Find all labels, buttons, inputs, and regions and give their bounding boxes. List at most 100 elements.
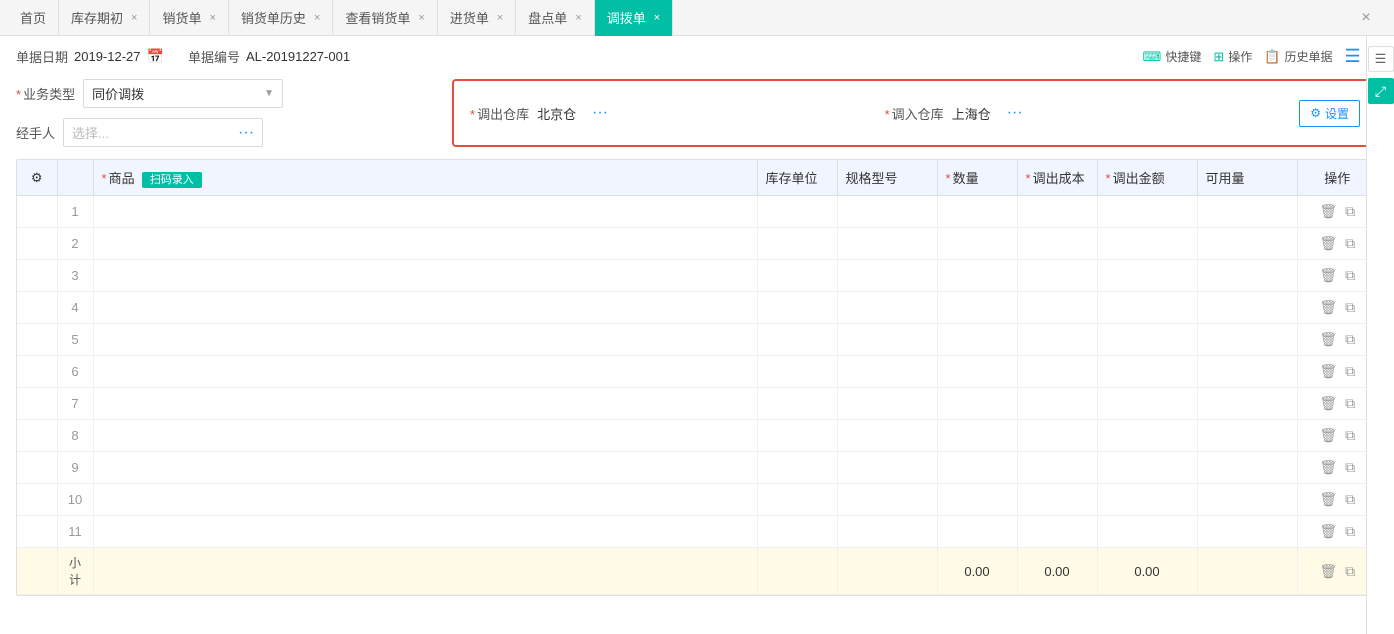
form-left: *业务类型 同价调拨 ▼ 经手人 选择... ··· xyxy=(16,79,436,147)
row2-num: 2 xyxy=(57,228,93,260)
row2-copy-icon[interactable]: ⧉ xyxy=(1345,235,1355,252)
row7-copy-icon[interactable]: ⧉ xyxy=(1345,395,1355,412)
tab-view-sales[interactable]: 查看销货单 × xyxy=(333,0,437,36)
tab-inventory[interactable]: 盘点单 × xyxy=(516,0,594,36)
tab-stock-init-close[interactable]: × xyxy=(131,12,137,24)
operation-button[interactable]: ⊞ 操作 xyxy=(1213,48,1252,65)
row11-delete-icon[interactable]: 🗑 xyxy=(1319,523,1337,540)
subtotal-amount: 0.00 xyxy=(1097,548,1197,595)
row3-copy-icon[interactable]: ⧉ xyxy=(1345,267,1355,284)
col-header-amount: *调出金额 xyxy=(1097,160,1197,196)
row1-delete-icon[interactable]: 🗑 xyxy=(1319,203,1337,220)
doc-number-label: 单据编号 xyxy=(188,47,240,66)
row2-qty[interactable] xyxy=(937,228,1017,260)
settings-label: 设置 xyxy=(1325,105,1349,122)
row3-delete-icon[interactable]: 🗑 xyxy=(1319,267,1337,284)
row3-actions: 🗑⧉ xyxy=(1297,260,1377,292)
row2-product[interactable] xyxy=(93,228,757,260)
row6-copy-icon[interactable]: ⧉ xyxy=(1345,363,1355,380)
row5-delete-icon[interactable]: 🗑 xyxy=(1319,331,1337,348)
business-type-select[interactable]: 同价调拨 ▼ xyxy=(83,79,283,108)
row9-copy-icon[interactable]: ⧉ xyxy=(1345,459,1355,476)
tab-sales-order-close[interactable]: × xyxy=(209,12,215,24)
subtotal-delete-icon[interactable]: 🗑 xyxy=(1319,563,1337,580)
row7-delete-icon[interactable]: 🗑 xyxy=(1319,395,1337,412)
row10-copy-icon[interactable]: ⧉ xyxy=(1345,491,1355,508)
tab-purchase[interactable]: 进货单 × xyxy=(438,0,516,36)
warehouse-in-more[interactable]: ··· xyxy=(1007,104,1023,122)
col-header-qty: *数量 xyxy=(937,160,1017,196)
header-actions: ⌨ 快捷键 ⊞ 操作 📋 历史单据 ☰ ⊞ xyxy=(1143,46,1378,67)
handler-select[interactable]: 选择... ··· xyxy=(63,118,263,147)
row2-delete-icon[interactable]: 🗑 xyxy=(1319,235,1337,252)
tab-inventory-close[interactable]: × xyxy=(575,12,581,24)
col-header-available: 可用量 xyxy=(1197,160,1297,196)
row3-cost[interactable] xyxy=(1017,260,1097,292)
subtotal-row: 小计 0.00 0.00 0.00 🗑⧉ xyxy=(17,548,1377,595)
layout-list-icon[interactable]: ☰ xyxy=(1344,46,1360,67)
col-header-product: *商品 扫码录入 xyxy=(93,160,757,196)
subtotal-copy-icon[interactable]: ⧉ xyxy=(1345,563,1355,580)
row5-copy-icon[interactable]: ⧉ xyxy=(1345,331,1355,348)
row1-qty[interactable] xyxy=(937,196,1017,228)
row3-product[interactable] xyxy=(93,260,757,292)
col-header-cost: *调出成本 xyxy=(1017,160,1097,196)
row4-copy-icon[interactable]: ⧉ xyxy=(1345,299,1355,316)
doc-date-label: 单据日期 xyxy=(16,47,68,66)
table-row: 1 🗑⧉ xyxy=(17,196,1377,228)
row8-copy-icon[interactable]: ⧉ xyxy=(1345,427,1355,444)
row1-amount[interactable] xyxy=(1097,196,1197,228)
row8-delete-icon[interactable]: 🗑 xyxy=(1319,427,1337,444)
row11-copy-icon[interactable]: ⧉ xyxy=(1345,523,1355,540)
calendar-icon[interactable]: 📅 xyxy=(147,48,164,65)
row3-qty[interactable] xyxy=(937,260,1017,292)
sidebar-list-button[interactable]: ☰ xyxy=(1368,46,1394,72)
tab-home-label: 首页 xyxy=(20,8,46,27)
tab-transfer-close[interactable]: × xyxy=(654,12,660,24)
business-type-row: *业务类型 同价调拨 ▼ xyxy=(16,79,436,108)
col-header-gear[interactable]: ⚙ xyxy=(17,160,57,196)
handler-more-icon[interactable]: ··· xyxy=(238,124,254,142)
row2-unit xyxy=(757,228,837,260)
shortcut-icon: ⌨ xyxy=(1143,49,1162,65)
row3-spec xyxy=(837,260,937,292)
tab-sales-history-label: 销货单历史 xyxy=(241,8,306,27)
row1-copy-icon[interactable]: ⧉ xyxy=(1345,203,1355,220)
table-container: ⚙ *商品 扫码录入 库存单位 规格型号 *数量 *调出成本 xyxy=(16,159,1378,596)
row1-available xyxy=(1197,196,1297,228)
tab-sales-history-close[interactable]: × xyxy=(314,12,320,24)
row6-delete-icon[interactable]: 🗑 xyxy=(1319,363,1337,380)
row1-cost[interactable] xyxy=(1017,196,1097,228)
tab-view-sales-close[interactable]: × xyxy=(418,12,424,24)
scan-button[interactable]: 扫码录入 xyxy=(142,172,202,188)
row10-delete-icon[interactable]: 🗑 xyxy=(1319,491,1337,508)
col-header-num xyxy=(57,160,93,196)
tab-stock-init[interactable]: 库存期初 × xyxy=(59,0,150,36)
row4-delete-icon[interactable]: 🗑 xyxy=(1319,299,1337,316)
row9-delete-icon[interactable]: 🗑 xyxy=(1319,459,1337,476)
row2-cost[interactable] xyxy=(1017,228,1097,260)
table-row: 6 🗑⧉ xyxy=(17,356,1377,388)
sidebar-expand-button[interactable]: ⤢ xyxy=(1368,78,1394,104)
table-row: 7 🗑⧉ xyxy=(17,388,1377,420)
window-close-button[interactable]: × xyxy=(1354,6,1378,30)
tab-purchase-close[interactable]: × xyxy=(497,12,503,24)
row1-product[interactable] xyxy=(93,196,757,228)
tab-sales-order[interactable]: 销货单 × xyxy=(150,0,228,36)
doc-header: 单据日期 2019-12-27 📅 单据编号 AL-20191227-001 ⌨… xyxy=(16,46,1378,67)
warehouse-out-more[interactable]: ··· xyxy=(592,104,608,122)
tab-sales-history[interactable]: 销货单历史 × xyxy=(229,0,333,36)
warehouse-in-label: *调入仓库 xyxy=(885,104,944,123)
tab-home[interactable]: 首页 xyxy=(8,0,59,36)
doc-date-value: 2019-12-27 xyxy=(74,49,141,64)
shortcut-button[interactable]: ⌨ 快捷键 xyxy=(1143,48,1202,65)
tab-inventory-label: 盘点单 xyxy=(528,8,567,27)
warehouse-section: *调出仓库 北京仓 ··· *调入仓库 上海仓 ··· ⚙ 设置 xyxy=(470,100,1360,127)
row3-amount[interactable] xyxy=(1097,260,1197,292)
history-button[interactable]: 📋 历史单据 xyxy=(1264,48,1332,65)
row2-amount[interactable] xyxy=(1097,228,1197,260)
settings-button[interactable]: ⚙ 设置 xyxy=(1299,100,1360,127)
table-header: ⚙ *商品 扫码录入 库存单位 规格型号 *数量 *调出成本 xyxy=(17,160,1377,196)
warehouse-form: *调出仓库 北京仓 ··· *调入仓库 上海仓 ··· ⚙ 设置 xyxy=(452,79,1378,147)
tab-transfer[interactable]: 调拨单 × xyxy=(595,0,673,36)
